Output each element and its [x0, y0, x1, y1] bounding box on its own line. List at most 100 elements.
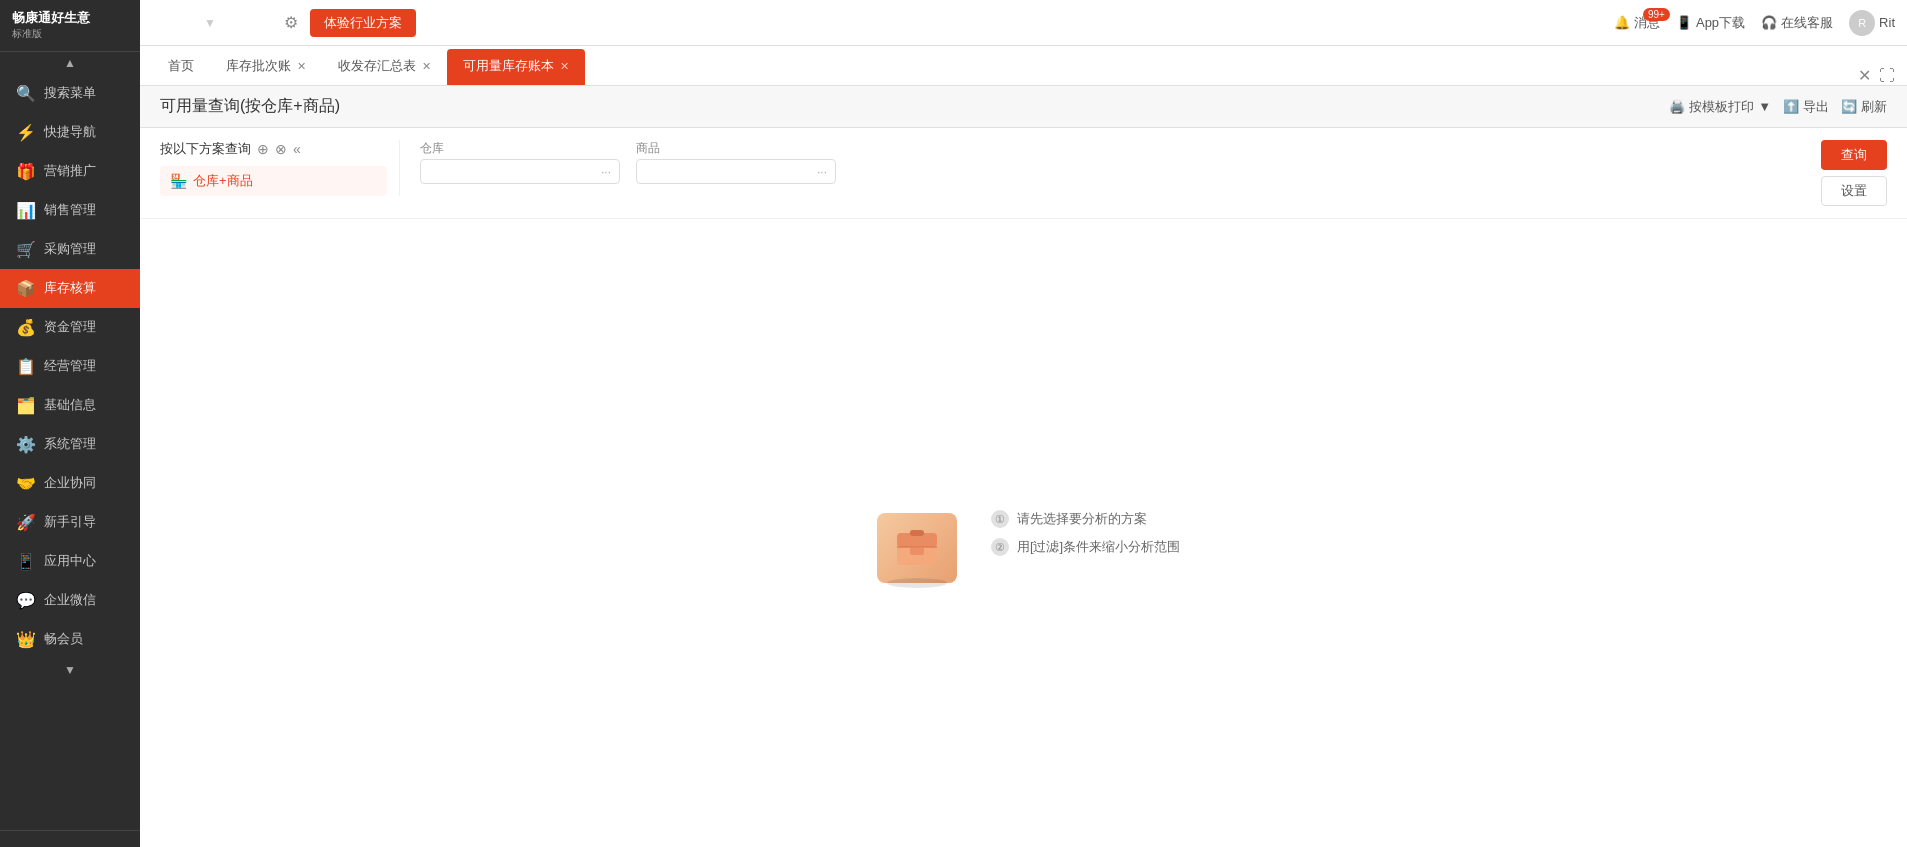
gear-icon[interactable]: ⚙: [284, 13, 298, 32]
print-icon: 🖨️: [1669, 99, 1685, 114]
tab-available[interactable]: 可用量库存账本 ✕: [447, 49, 585, 85]
print-btn[interactable]: 🖨️ 按模板打印 ▼: [1669, 98, 1771, 116]
filter-scheme: 按以下方案查询 ⊕ ⊗ « 🏪 仓库+商品: [160, 140, 400, 196]
filter-actions: 查询 设置: [1809, 140, 1887, 206]
add-scheme-btn[interactable]: ⊕: [257, 141, 269, 157]
sidebar-scroll-down[interactable]: ▼: [0, 659, 140, 681]
tab-batch-label: 库存批次账: [226, 57, 291, 75]
hint-num-2: ②: [991, 538, 1009, 556]
notification-btn[interactable]: 🔔 消息 99+: [1614, 14, 1660, 32]
sidebar-item-guide[interactable]: 🚀 新手引导: [0, 503, 140, 542]
service-label: 在线客服: [1781, 14, 1833, 32]
scheme-setting-btn[interactable]: ⊗: [275, 141, 287, 157]
app-download-btn[interactable]: 📱 App下载: [1676, 14, 1745, 32]
page-header-actions: 🖨️ 按模板打印 ▼ ⬆️ 导出 🔄 刷新: [1669, 98, 1887, 116]
filter-fields: 仓库 ··· 商品 ···: [400, 140, 1809, 184]
query-button[interactable]: 查询: [1821, 140, 1887, 170]
tab-batch[interactable]: 库存批次账 ✕: [210, 49, 322, 85]
finance-icon: 💰: [16, 318, 36, 337]
sidebar-item-label: 采购管理: [44, 240, 96, 258]
sidebar-item-marketing[interactable]: 🎁 营销推广: [0, 152, 140, 191]
hint-num-1: ①: [991, 510, 1009, 528]
sidebar-item-label: 营销推广: [44, 162, 96, 180]
tab-home[interactable]: 首页: [152, 49, 210, 85]
product-input-wrapper[interactable]: ···: [636, 159, 836, 184]
sidebar-item-label: 新手引导: [44, 513, 96, 531]
sidebar-item-search[interactable]: 🔍 搜索菜单: [0, 74, 140, 113]
phone-icon: 📱: [1676, 15, 1692, 30]
tabbar-expand-btn[interactable]: ⛶: [1879, 67, 1895, 85]
sidebar-item-enterprise[interactable]: 🤝 企业协同: [0, 464, 140, 503]
product-field-label: 商品: [636, 140, 836, 157]
hint-text-1: 请先选择要分析的方案: [1017, 510, 1147, 528]
trial-btn[interactable]: 体验行业方案: [310, 9, 416, 37]
sidebar-item-wechat[interactable]: 💬 企业微信: [0, 581, 140, 620]
settings-button[interactable]: 设置: [1821, 176, 1887, 206]
sidebar-item-purchase[interactable]: 🛒 采购管理: [0, 230, 140, 269]
scheme-collapse-btn[interactable]: «: [293, 141, 301, 157]
bell-icon: 🔔: [1614, 15, 1630, 30]
tab-batch-close[interactable]: ✕: [297, 60, 306, 73]
tabbar-close-btn[interactable]: ✕: [1858, 66, 1871, 85]
sidebar-item-label: 企业协同: [44, 474, 96, 492]
scheme-item-warehouse[interactable]: 🏪 仓库+商品: [160, 166, 387, 196]
sidebar-item-appcenter[interactable]: 📱 应用中心: [0, 542, 140, 581]
marketing-icon: 🎁: [16, 162, 36, 181]
warehouse-more-btn[interactable]: ···: [601, 165, 611, 179]
sidebar-item-label: 经营管理: [44, 357, 96, 375]
service-btn[interactable]: 🎧 在线客服: [1761, 14, 1833, 32]
sidebar-item-basicinfo[interactable]: 🗂️ 基础信息: [0, 386, 140, 425]
sidebar-item-label: 搜索菜单: [44, 84, 96, 102]
user-area[interactable]: R Rit: [1849, 10, 1895, 36]
filter-field-product: 商品 ···: [636, 140, 836, 184]
sidebar-item-sales[interactable]: 📊 销售管理: [0, 191, 140, 230]
filter-scheme-header: 按以下方案查询 ⊕ ⊗ «: [160, 140, 387, 158]
sidebar-scroll-up[interactable]: ▲: [0, 52, 140, 74]
sidebar-item-label: 基础信息: [44, 396, 96, 414]
print-chevron-icon[interactable]: ▼: [1758, 99, 1771, 114]
tab-home-label: 首页: [168, 57, 194, 75]
filter-scheme-label: 按以下方案查询: [160, 140, 251, 158]
empty-shadow: [887, 578, 947, 588]
filter-area: 按以下方案查询 ⊕ ⊗ « 🏪 仓库+商品 仓库 ···: [140, 128, 1907, 219]
refresh-btn[interactable]: 🔄 刷新: [1841, 98, 1887, 116]
warehouse-input[interactable]: [429, 164, 597, 179]
sidebar-logo: 畅康通好生意 标准版: [0, 0, 140, 52]
warehouse-input-wrapper[interactable]: ···: [420, 159, 620, 184]
main-content: ▼ ⚙ 体验行业方案 🔔 消息 99+ 📱 App下载 🎧 在线客服 R Rit: [140, 0, 1907, 847]
product-more-btn[interactable]: ···: [817, 165, 827, 179]
svg-rect-4: [910, 547, 924, 555]
tabbar: 首页 库存批次账 ✕ 收发存汇总表 ✕ 可用量库存账本 ✕ ✕ ⛶: [140, 46, 1907, 86]
app-label: App下载: [1696, 14, 1745, 32]
tab-receive-close[interactable]: ✕: [422, 60, 431, 73]
sidebar-item-inventory[interactable]: 📦 库存核算: [0, 269, 140, 308]
sidebar-item-member[interactable]: 👑 畅会员: [0, 620, 140, 659]
product-input[interactable]: [645, 164, 813, 179]
export-btn[interactable]: ⬆️ 导出: [1783, 98, 1829, 116]
sidebar-item-label: 快捷导航: [44, 123, 96, 141]
empty-hint-1: ① 请先选择要分析的方案: [991, 510, 1180, 528]
appcenter-icon: 📱: [16, 552, 36, 571]
sidebar-item-operation[interactable]: 📋 经营管理: [0, 347, 140, 386]
sidebar-item-label: 库存核算: [44, 279, 96, 297]
tab-receive-label: 收发存汇总表: [338, 57, 416, 75]
page-content: 可用量查询(按仓库+商品) 🖨️ 按模板打印 ▼ ⬆️ 导出 🔄 刷新: [140, 86, 1907, 847]
page-title: 可用量查询(按仓库+商品): [160, 96, 340, 117]
sidebar-item-finance[interactable]: 💰 资金管理: [0, 308, 140, 347]
topbar: ▼ ⚙ 体验行业方案 🔔 消息 99+ 📱 App下载 🎧 在线客服 R Rit: [140, 0, 1907, 46]
scheme-icon: 🏪: [170, 173, 187, 189]
refresh-label: 刷新: [1861, 98, 1887, 116]
tab-available-close[interactable]: ✕: [560, 60, 569, 73]
inventory-icon: 📦: [16, 279, 36, 298]
svg-rect-2: [910, 530, 924, 536]
hint-text-2: 用[过滤]条件来缩小分析范围: [1017, 538, 1180, 556]
print-label: 按模板打印: [1689, 98, 1754, 116]
sidebar-item-system[interactable]: ⚙️ 系统管理: [0, 425, 140, 464]
tab-available-label: 可用量库存账本: [463, 57, 554, 75]
sidebar-item-label: 资金管理: [44, 318, 96, 336]
purchase-icon: 🛒: [16, 240, 36, 259]
sidebar-item-quicknav[interactable]: ⚡ 快捷导航: [0, 113, 140, 152]
tab-receive[interactable]: 收发存汇总表 ✕: [322, 49, 447, 85]
sidebar-item-label: 畅会员: [44, 630, 83, 648]
empty-illustration: [867, 483, 967, 583]
